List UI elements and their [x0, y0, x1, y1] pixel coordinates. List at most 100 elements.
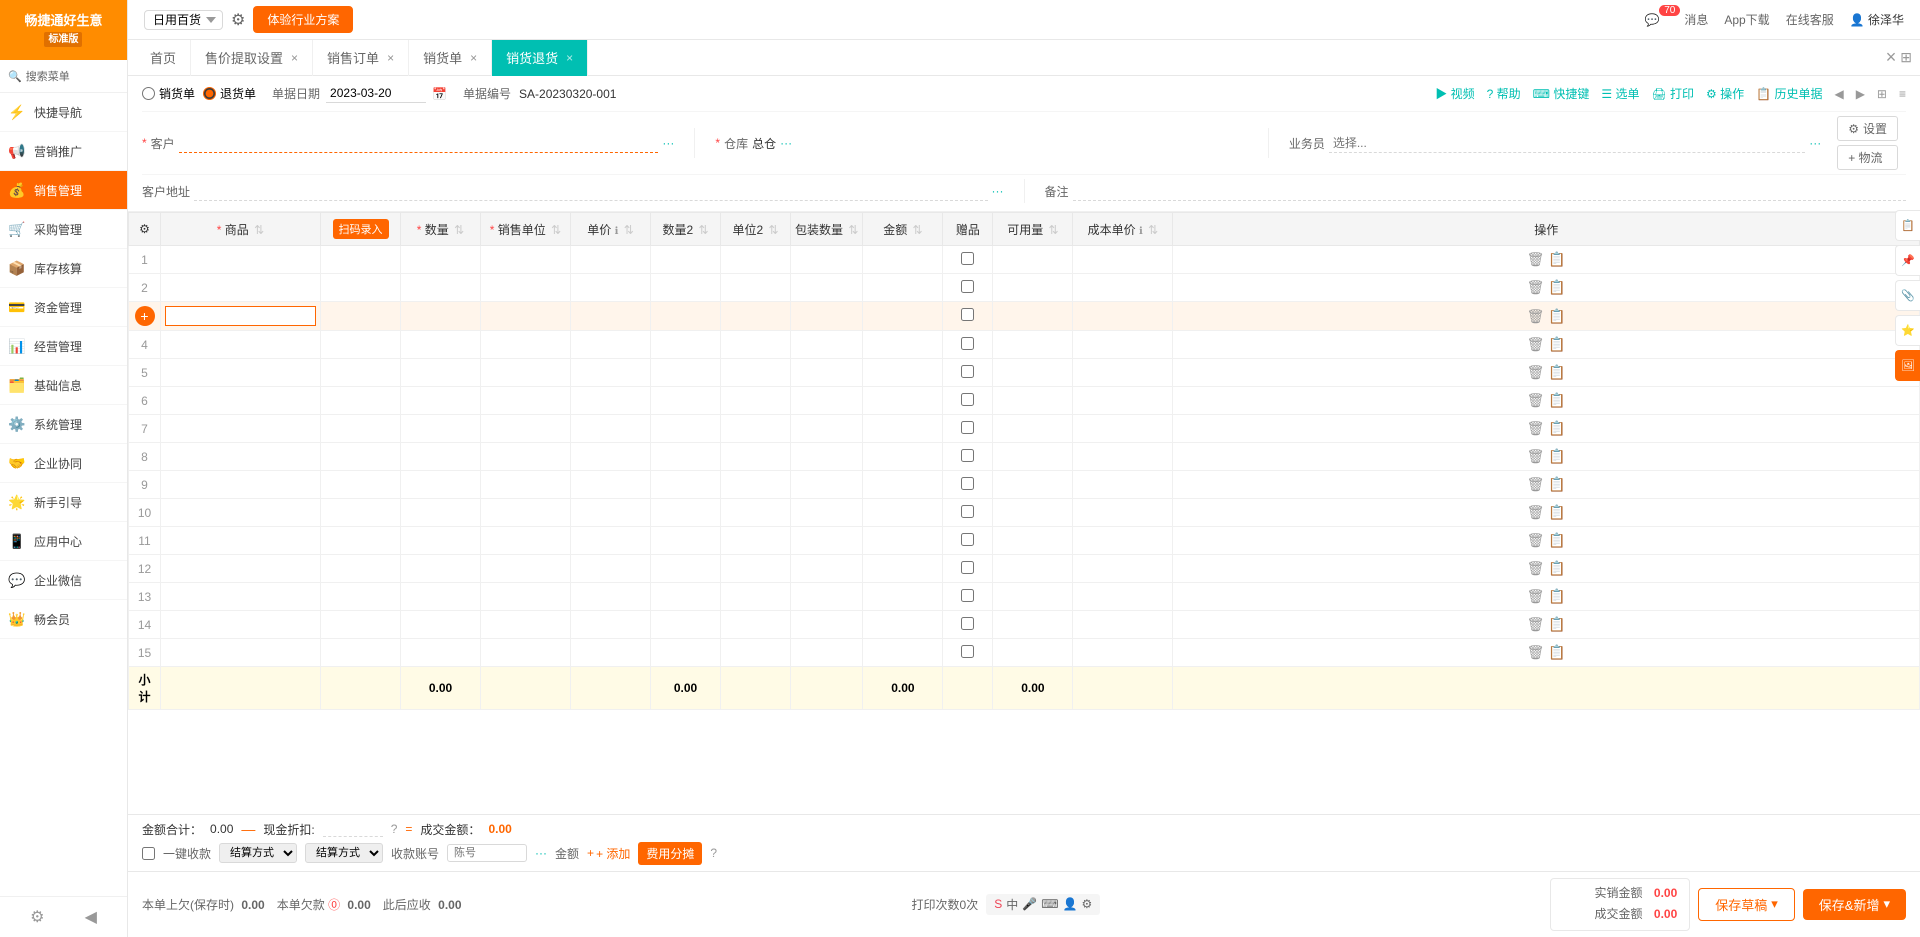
cost-price-cell[interactable] [1073, 555, 1173, 583]
price-cell[interactable] [571, 499, 651, 527]
unit2-cell[interactable] [721, 611, 791, 639]
price-cell[interactable] [571, 274, 651, 302]
sidebar-item-operation[interactable]: 📊 经营管理 [0, 327, 127, 366]
unit-cell[interactable] [481, 387, 571, 415]
qty-cell[interactable] [401, 302, 481, 331]
pkg-qty-cell[interactable] [791, 583, 863, 611]
video-link[interactable]: ▶ 视频 [1435, 85, 1474, 102]
delete-row-button[interactable]: 🗑 [1527, 644, 1545, 661]
qty2-cell[interactable] [651, 302, 721, 331]
gift-cell[interactable] [943, 471, 993, 499]
tab-sales-return-close[interactable]: × [566, 51, 573, 65]
qty-cell[interactable] [401, 583, 481, 611]
amount-cell[interactable] [863, 527, 943, 555]
price-cell[interactable] [571, 527, 651, 555]
logistics-button[interactable]: + 物流 [1837, 145, 1898, 170]
gift-cell[interactable] [943, 499, 993, 527]
gift-checkbox[interactable] [961, 393, 974, 406]
float-panel-item-1[interactable]: 📋 [1895, 210, 1920, 241]
settle-method-select[interactable]: 结算方式 [219, 843, 297, 863]
unit2-cell[interactable] [721, 471, 791, 499]
customer-input[interactable] [179, 134, 659, 153]
calc-method-select[interactable]: 结算方式 [305, 843, 383, 863]
operate-link[interactable]: ⚙ 操作 [1706, 85, 1744, 102]
qty-cell[interactable] [401, 359, 481, 387]
delete-row-button[interactable]: 🗑 [1527, 392, 1545, 409]
sidebar-item-marketing[interactable]: 📢 营销推广 [0, 132, 127, 171]
cost-price-cell[interactable] [1073, 331, 1173, 359]
price-cell[interactable] [571, 387, 651, 415]
grid-icon[interactable]: ⊞ [1877, 87, 1887, 101]
available-cell[interactable] [993, 302, 1073, 331]
gift-checkbox[interactable] [961, 308, 974, 321]
price-cell[interactable] [571, 359, 651, 387]
tab-sales-close[interactable]: × [470, 51, 477, 65]
copy-row-button[interactable]: 📋 [1548, 504, 1565, 521]
unit-cell[interactable] [481, 415, 571, 443]
price-cell[interactable] [571, 639, 651, 667]
gift-checkbox[interactable] [961, 561, 974, 574]
amount-cell[interactable] [863, 415, 943, 443]
gift-checkbox[interactable] [961, 477, 974, 490]
qty-cell[interactable] [401, 555, 481, 583]
settings-button[interactable]: ⚙ 设置 [1837, 116, 1898, 141]
salesperson-more-icon[interactable]: ··· [1809, 136, 1821, 150]
delete-row-button[interactable]: 🗑 [1527, 532, 1545, 549]
table-scroll[interactable]: ⚙ * 商品 ⇅ 扫码录入 * 数量 ⇅ [128, 212, 1920, 814]
cost-price-cell[interactable] [1073, 527, 1173, 555]
unit2-cell[interactable] [721, 331, 791, 359]
amount-cell[interactable] [863, 639, 943, 667]
unit2-cell[interactable] [721, 246, 791, 274]
copy-row-button[interactable]: 📋 [1548, 560, 1565, 577]
available-cell[interactable] [993, 555, 1073, 583]
copy-row-button[interactable]: 📋 [1548, 392, 1565, 409]
product-cell[interactable] [161, 639, 321, 667]
qty2-cell[interactable] [651, 415, 721, 443]
history-link[interactable]: 📋 历史单据 [1756, 85, 1822, 102]
available-cell[interactable] [993, 583, 1073, 611]
cost-price-cell[interactable] [1073, 387, 1173, 415]
gift-checkbox[interactable] [961, 645, 974, 658]
product-cell[interactable] [161, 415, 321, 443]
salesperson-input[interactable] [1329, 134, 1805, 153]
address-more-icon[interactable]: ··· [992, 184, 1004, 198]
date-input[interactable] [326, 84, 426, 103]
qty2-cell[interactable] [651, 499, 721, 527]
delete-row-button[interactable]: 🗑 [1527, 504, 1545, 521]
price-cell[interactable] [571, 331, 651, 359]
qty2-cell[interactable] [651, 471, 721, 499]
fee-split-button[interactable]: 费用分摊 [638, 842, 702, 865]
gift-checkbox[interactable] [961, 449, 974, 462]
available-cell[interactable] [993, 499, 1073, 527]
copy-row-button[interactable]: 📋 [1548, 448, 1565, 465]
pkg-qty-cell[interactable] [791, 387, 863, 415]
delete-row-button[interactable]: 🗑 [1527, 476, 1545, 493]
product-cell[interactable] [161, 359, 321, 387]
cost-price-cell[interactable] [1073, 302, 1173, 331]
cost-info-icon[interactable]: ℹ [1139, 226, 1143, 237]
delete-row-button[interactable]: 🗑 [1527, 448, 1545, 465]
pkg-qty-cell[interactable] [791, 274, 863, 302]
unit-cell[interactable] [481, 246, 571, 274]
tab-price-settings[interactable]: 售价提取设置 × [191, 40, 313, 76]
pkg-qty-cell[interactable] [791, 639, 863, 667]
qty2-cell[interactable] [651, 331, 721, 359]
fee-help-icon[interactable]: ? [710, 846, 717, 860]
amount-cell[interactable] [863, 302, 943, 331]
cash-discount-help[interactable]: ? [391, 822, 398, 836]
cost-price-cell[interactable] [1073, 583, 1173, 611]
unit-cell[interactable] [481, 274, 571, 302]
maximize-tabs-button[interactable]: ⊞ [1900, 49, 1912, 66]
sidebar-item-app[interactable]: 📱 应用中心 [0, 522, 127, 561]
amount-cell[interactable] [863, 443, 943, 471]
amount-cell[interactable] [863, 246, 943, 274]
price-cell[interactable] [571, 611, 651, 639]
header-settings-icon[interactable]: ⚙ [231, 10, 245, 30]
unit2-cell[interactable] [721, 583, 791, 611]
unit2-cell[interactable] [721, 387, 791, 415]
shortcut-link[interactable]: ⌨ 快捷键 [1533, 85, 1590, 102]
gift-cell[interactable] [943, 331, 993, 359]
pkg-qty-cell[interactable] [791, 527, 863, 555]
radio-sales-input[interactable] [142, 87, 155, 100]
unit-cell[interactable] [481, 639, 571, 667]
